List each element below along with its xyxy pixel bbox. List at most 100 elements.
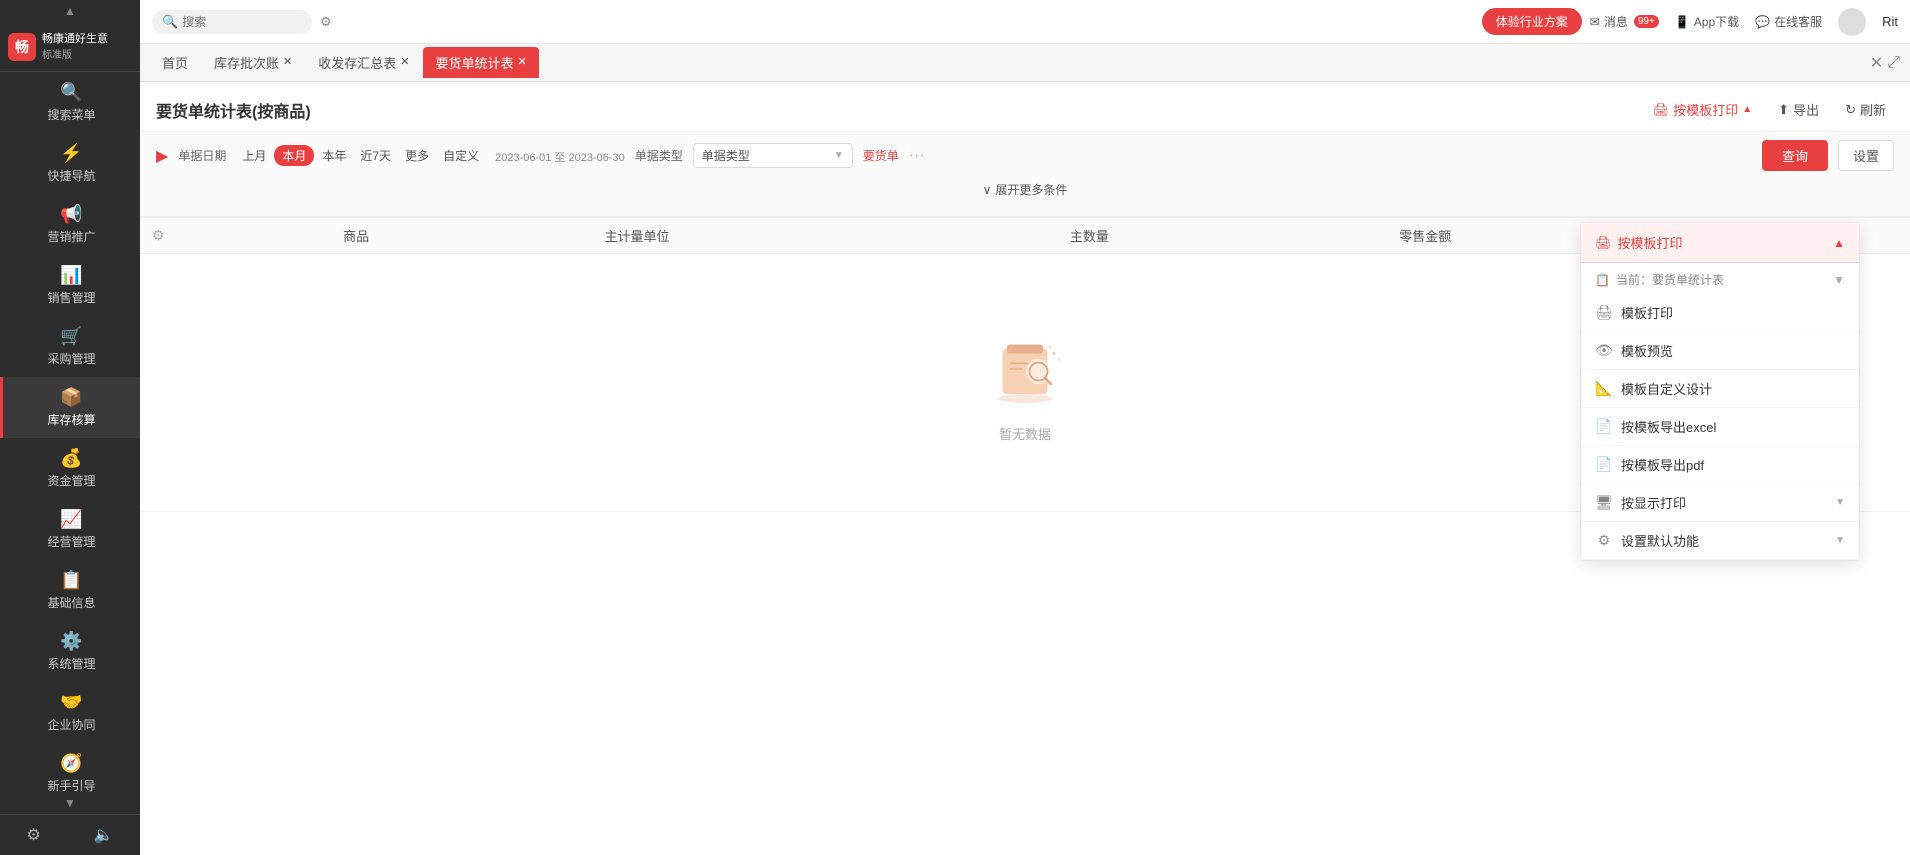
print-template-custom-item[interactable]: 📐 模板自定义设计 xyxy=(1581,370,1859,408)
sidebar-item-basic-info[interactable]: 📋 基础信息 xyxy=(0,560,140,621)
filter-row: ▶ 单据日期 上月 本月 本年 近7天 更多 自定义 2023-06-01 至 … xyxy=(156,140,1894,171)
expand-row: ∨ 展开更多条件 xyxy=(156,171,1894,208)
search-input[interactable] xyxy=(182,15,282,29)
print-dropdown-title: 按模板打印 xyxy=(1618,233,1683,252)
expand-conditions-btn[interactable]: ∨ 展开更多条件 xyxy=(967,177,1084,202)
expand-tab-action[interactable]: ⤢ xyxy=(1887,53,1900,73)
template-preview-icon: 👁 xyxy=(1595,342,1613,359)
system-icon: ⚙️ xyxy=(60,631,82,652)
app-logo-icon: 畅 xyxy=(8,33,36,61)
order-type-dropdown[interactable]: 单据类型 ▼ xyxy=(693,143,853,168)
settings-footer-icon[interactable]: ⚙ xyxy=(26,825,40,845)
order-type-value: 单据类型 xyxy=(702,147,750,164)
template-pdf-label: 按模板导出pdf xyxy=(1621,455,1704,474)
sidebar-footer: ⚙ 🔈 xyxy=(0,814,140,855)
print-template-preview-item[interactable]: 👁 模板预览 xyxy=(1581,332,1859,370)
scroll-down-arrow[interactable]: ▼ xyxy=(0,792,140,814)
filter-expand-icon[interactable]: ▶ xyxy=(156,146,168,166)
main-area: 🔍 ⚙ 体验行业方案 ✉ 消息 99+ 📱 App下载 💬 在线客服 Rit xyxy=(140,0,1910,855)
sidebar-item-label-quick-nav: 快捷导航 xyxy=(47,167,95,184)
sidebar-item-marketing[interactable]: 📢 营销推广 xyxy=(0,194,140,255)
online-service-label: 在线客服 xyxy=(1774,13,1822,30)
close-tab-action[interactable]: ✕ xyxy=(1870,53,1883,73)
messages-label: 消息 xyxy=(1604,13,1628,30)
tab-receivable-summary[interactable]: 收发存汇总表 ✕ xyxy=(306,47,421,78)
online-service-btn[interactable]: 💬 在线客服 xyxy=(1755,13,1822,30)
template-preview-label: 模板预览 xyxy=(1621,341,1673,360)
app-download-btn[interactable]: 📱 App下载 xyxy=(1675,13,1739,30)
sidebar-item-search-menu[interactable]: 🔍 搜索菜单 xyxy=(0,72,140,133)
query-btn[interactable]: 查询 xyxy=(1762,140,1828,171)
table-settings-icon[interactable]: ⚙ xyxy=(152,227,165,243)
print-template-excel-item[interactable]: 📄 按模板导出excel xyxy=(1581,408,1859,446)
sidebar-item-label-inventory: 库存核算 xyxy=(47,411,95,428)
tab-order-stats-close[interactable]: ✕ xyxy=(518,57,527,68)
date-btn-more[interactable]: 更多 xyxy=(399,145,435,166)
print-template-print-item[interactable]: 🖨 模板打印 xyxy=(1581,294,1859,332)
sidebar-item-label-sales: 销售管理 xyxy=(47,289,95,306)
export-btn[interactable]: ⬆ 导出 xyxy=(1770,96,1827,123)
display-print-arrow: ▼ xyxy=(1835,497,1845,508)
date-filter-buttons: 上月 本月 本年 近7天 更多 自定义 xyxy=(236,145,485,166)
order-type-dropdown-arrow: ▼ xyxy=(834,150,844,161)
date-btn-current-month[interactable]: 本月 xyxy=(274,145,314,166)
template-excel-icon: 📄 xyxy=(1595,418,1613,435)
print-dropdown: 🖨 按模板打印 ▲ 📋 当前：要货单统计表 ▼ 🖨 模板打印 👁 模板预览 📐 xyxy=(1580,222,1860,561)
sidebar-item-quick-nav[interactable]: ⚡ 快捷导航 xyxy=(0,133,140,194)
print-template-pdf-item[interactable]: 📄 按模板导出pdf xyxy=(1581,446,1859,484)
tab-inventory-batch-label: 库存批次账 xyxy=(214,53,279,72)
print-set-default-item[interactable]: ⚙ 设置默认功能 ▼ xyxy=(1581,522,1859,560)
refresh-btn[interactable]: ↻ 刷新 xyxy=(1837,96,1894,123)
topbar-search-container: 🔍 xyxy=(152,10,312,34)
tab-home[interactable]: 首页 xyxy=(150,47,200,78)
content-area: 要货单统计表(按商品) 🖨 按模板打印 ▲ ⬆ 导出 ↻ 刷新 xyxy=(140,82,1910,855)
app-download-icon: 📱 xyxy=(1675,15,1690,29)
template-excel-label: 按模板导出excel xyxy=(1621,417,1716,436)
template-print-btn[interactable]: 🖨 按模板打印 ▲ xyxy=(1645,96,1760,123)
date-btn-last-month[interactable]: 上月 xyxy=(236,145,272,166)
col-quantity: 主数量 xyxy=(1058,218,1387,254)
export-label: 导出 xyxy=(1793,100,1819,119)
topbar-search-icon: 🔍 xyxy=(162,14,178,30)
sidebar-nav: 🔍 搜索菜单 ⚡ 快捷导航 📢 营销推广 📊 销售管理 🛒 采购管理 📦 库存核… xyxy=(0,72,140,792)
sidebar-item-guide[interactable]: 🧭 新手引导 xyxy=(0,743,140,792)
sidebar-item-sales[interactable]: 📊 销售管理 xyxy=(0,255,140,316)
trial-btn[interactable]: 体验行业方案 xyxy=(1482,8,1582,35)
topbar-settings-icon[interactable]: ⚙ xyxy=(320,14,332,30)
date-btn-last-7-days[interactable]: 近7天 xyxy=(354,145,397,166)
user-avatar[interactable] xyxy=(1838,8,1866,36)
date-btn-custom[interactable]: 自定义 xyxy=(437,145,485,166)
empty-text: 暂无数据 xyxy=(999,424,1051,443)
sidebar-item-label-basic-info: 基础信息 xyxy=(47,594,95,611)
tab-inventory-batch-close[interactable]: ✕ xyxy=(283,57,292,68)
tab-receivable-close[interactable]: ✕ xyxy=(400,57,409,68)
tab-inventory-batch[interactable]: 库存批次账 ✕ xyxy=(202,47,304,78)
col-unit: 主计量单位 xyxy=(593,218,1058,254)
sidebar-item-finance[interactable]: 💰 资金管理 xyxy=(0,438,140,499)
ops-icon: 📈 xyxy=(60,509,82,530)
print-dropdown-printer-icon: 🖨 xyxy=(1595,235,1612,251)
col-settings: ⚙ xyxy=(140,218,331,254)
print-dropdown-close-arrow[interactable]: ▲ xyxy=(1833,236,1845,250)
sidebar-item-ops[interactable]: 📈 经营管理 xyxy=(0,499,140,560)
settings-btn[interactable]: 设置 xyxy=(1838,140,1894,171)
app-version: 标准版 xyxy=(42,46,108,61)
messages-btn[interactable]: ✉ 消息 99+ xyxy=(1590,13,1659,30)
expand-down-icon: ∨ xyxy=(983,183,992,197)
set-default-label: 设置默认功能 xyxy=(1621,531,1699,550)
more-icon[interactable]: ··· xyxy=(909,147,925,165)
date-btn-current-year[interactable]: 本年 xyxy=(316,145,352,166)
sidebar-item-enterprise-collab[interactable]: 🤝 企业协同 xyxy=(0,682,140,743)
tab-order-stats[interactable]: 要货单统计表 ✕ xyxy=(423,47,538,78)
chevron-up-icon: ▲ xyxy=(1742,104,1752,115)
template-print-item-icon: 🖨 xyxy=(1595,304,1613,321)
print-display-print-item[interactable]: 🖥 按显示打印 ▼ xyxy=(1581,484,1859,522)
speaker-footer-icon[interactable]: 🔈 xyxy=(94,825,114,845)
sidebar-item-purchase[interactable]: 🛒 采购管理 xyxy=(0,316,140,377)
sidebar-item-inventory[interactable]: 📦 库存核算 xyxy=(0,377,140,438)
search-menu-icon: 🔍 xyxy=(60,82,82,103)
sidebar-item-system[interactable]: ⚙️ 系统管理 xyxy=(0,621,140,682)
template-custom-icon: 📐 xyxy=(1595,380,1613,397)
scroll-up-arrow[interactable]: ▲ xyxy=(0,0,140,22)
print-dropdown-header[interactable]: 🖨 按模板打印 ▲ xyxy=(1581,223,1859,263)
